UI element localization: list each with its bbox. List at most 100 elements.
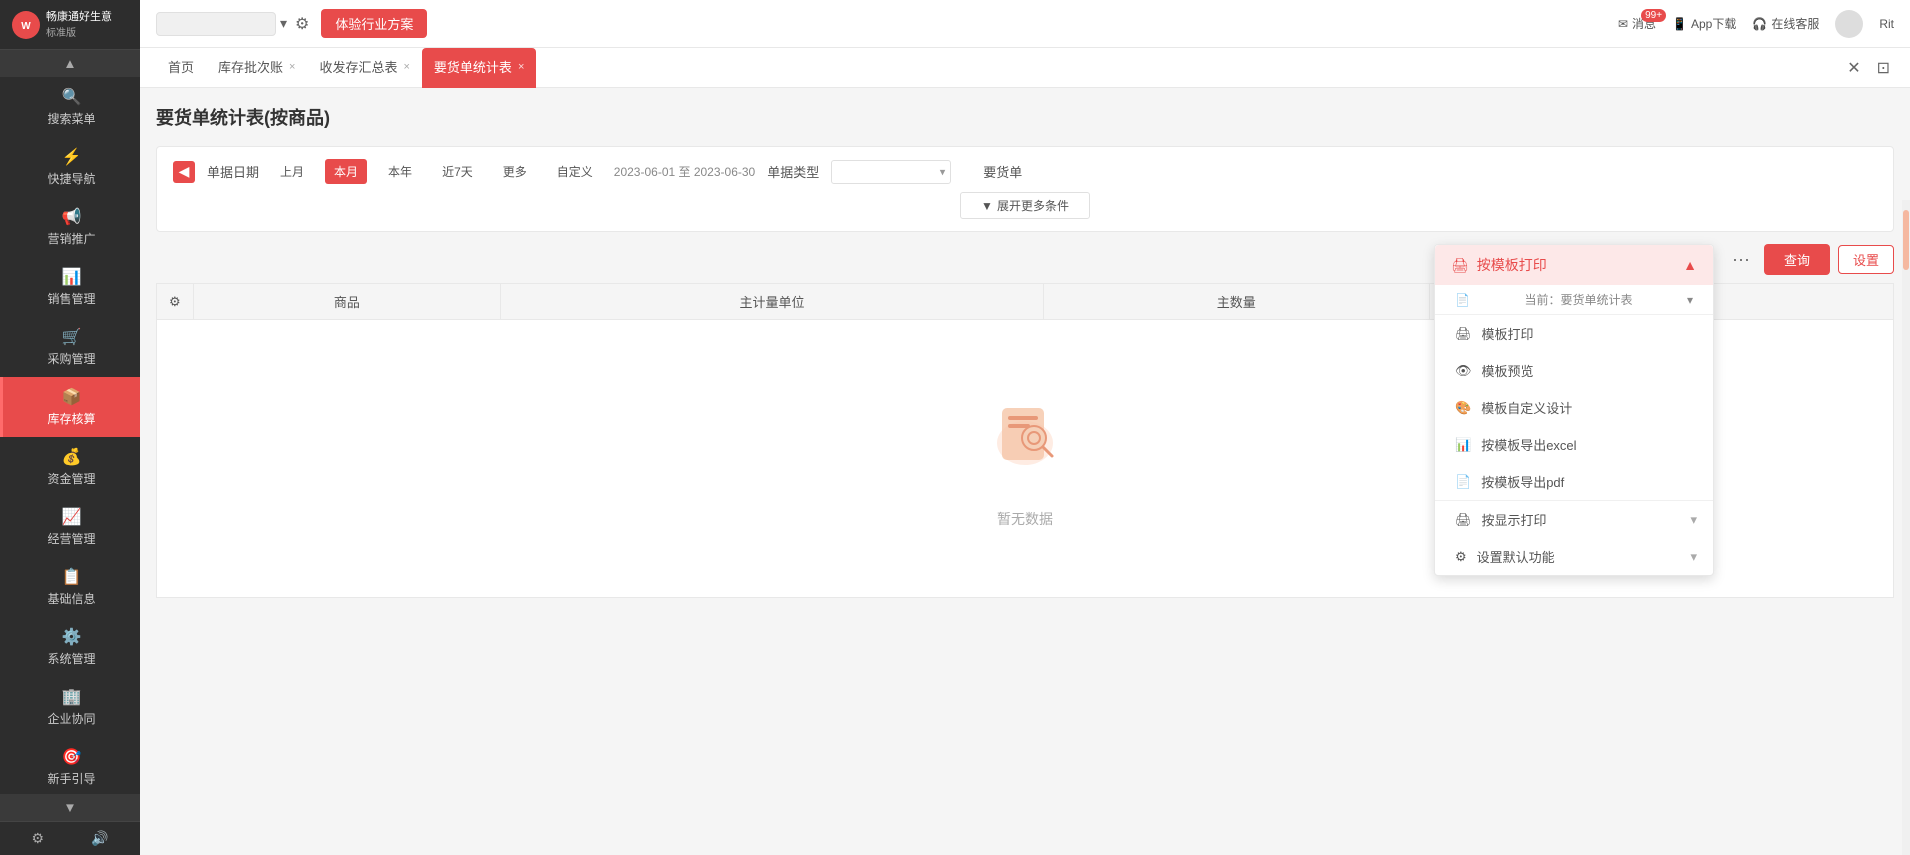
template-custom-item[interactable]: 🎨 模板自定义设计: [1435, 389, 1713, 426]
marketing-icon: 📢: [62, 207, 82, 227]
template-custom-icon: 🎨: [1455, 400, 1471, 416]
type-select[interactable]: [831, 160, 951, 184]
current-template-arrow: ▾: [1687, 293, 1693, 307]
print-dropdown-popup: 🖨 按模板打印 ▲ 📄 当前：要货单统计表 ▾ 🖨 模板打印 👁: [1434, 244, 1714, 576]
current-template-text: 当前：要货单统计表: [1524, 291, 1632, 308]
template-export-excel-item[interactable]: 📊 按模板导出excel: [1435, 426, 1713, 463]
sales-icon: 📊: [62, 267, 82, 287]
template-preview-icon: 👁: [1455, 363, 1472, 379]
sidebar-item-label: 搜索菜单: [47, 110, 95, 127]
table-th-product: 商品: [193, 284, 501, 320]
message-icon: ✉: [1618, 17, 1628, 31]
sidebar-scroll-up[interactable]: ▲: [0, 50, 140, 77]
filter-area: ◀ 单据日期 上月 本月 本年 近7天 更多 自定义 2023-06-01 至 …: [156, 146, 1894, 232]
table-th-settings[interactable]: ⚙: [157, 284, 194, 320]
print-title-icon: 🖨: [1451, 257, 1469, 274]
sidebar-item-label: 新手引导: [47, 770, 95, 787]
query-btn[interactable]: 查询: [1764, 244, 1830, 275]
date-chip-more[interactable]: 更多: [494, 159, 536, 184]
template-export-pdf-item[interactable]: 📄 按模板导出pdf: [1435, 463, 1713, 500]
system-icon: ⚙️: [62, 627, 82, 647]
expand-more-btn[interactable]: ▼ 展开更多条件: [960, 192, 1090, 219]
content-area: 要货单统计表(按商品) ◀ 单据日期 上月 本月 本年 近7天 更多 自定义 2…: [140, 88, 1910, 855]
column-settings-icon[interactable]: ⚙: [169, 294, 181, 309]
set-default-arrow: ▾: [1690, 549, 1697, 565]
online-service-btn[interactable]: 🎧 在线客服: [1752, 15, 1819, 32]
topbar: ▾ ⚙ 体验行业方案 ✉ 消息 99+ 📱 App下载 🎧 在线客服 Rit: [140, 0, 1910, 48]
order-type-label: 要货单: [983, 162, 1022, 181]
tab-demand-stats-close[interactable]: ×: [518, 61, 524, 73]
sidebar-item-label: 快捷导航: [47, 170, 95, 187]
expand-icon: ▼: [981, 199, 993, 213]
sidebar-item-label: 基础信息: [47, 590, 95, 607]
date-chip-custom[interactable]: 自定义: [548, 159, 602, 184]
filter-collapse-btn[interactable]: ◀: [173, 161, 195, 183]
tab-expand-btn[interactable]: ⊡: [1873, 56, 1894, 80]
topbar-gear-btn[interactable]: ⚙: [295, 14, 309, 34]
set-default-icon: ⚙: [1455, 549, 1467, 565]
sidebar-item-purchase[interactable]: 🛒 采购管理: [0, 317, 140, 377]
trial-industry-btn[interactable]: 体验行业方案: [321, 9, 427, 38]
date-chip-prev-month[interactable]: 上月: [271, 159, 313, 184]
tab-home[interactable]: 首页: [156, 48, 206, 88]
tab-receipt-summary[interactable]: 收发存汇总表 ×: [307, 48, 421, 88]
tab-demand-stats-label: 要货单统计表: [434, 57, 512, 76]
sidebar-settings-btn[interactable]: ⚙: [32, 830, 45, 847]
sidebar-item-system[interactable]: ⚙️ 系统管理: [0, 617, 140, 677]
table-th-unit: 主计量单位: [501, 284, 1044, 320]
tab-demand-stats[interactable]: 要货单统计表 ×: [422, 48, 536, 88]
sidebar-item-marketing[interactable]: 📢 营销推广: [0, 197, 140, 257]
sidebar-scroll-down[interactable]: ▼: [0, 794, 140, 821]
sidebar-item-guide[interactable]: 🎯 新手引导: [0, 737, 140, 794]
settings-btn[interactable]: 设置: [1838, 245, 1894, 274]
user-avatar[interactable]: [1835, 10, 1863, 38]
date-chip-current-year[interactable]: 本年: [379, 159, 421, 184]
sidebar-sound-btn[interactable]: 🔊: [91, 830, 108, 847]
sidebar-item-label: 资金管理: [47, 470, 95, 487]
current-template-icon: 📄: [1455, 293, 1470, 307]
sidebar-item-inventory[interactable]: 📦 库存核算: [0, 377, 140, 437]
display-print-item[interactable]: 🖨 按显示打印 ▾: [1435, 501, 1713, 538]
right-scrollbar[interactable]: [1902, 200, 1910, 855]
tab-receipt-summary-close[interactable]: ×: [403, 61, 409, 73]
set-default-label: 设置默认功能: [1477, 547, 1555, 566]
tab-inventory-batch-close[interactable]: ×: [289, 61, 295, 73]
date-chip-current-month[interactable]: 本月: [325, 159, 367, 184]
sidebar-item-quick-nav[interactable]: ⚡ 快捷导航: [0, 137, 140, 197]
tab-inventory-batch[interactable]: 库存批次账 ×: [206, 48, 307, 88]
template-preview-item[interactable]: 👁 模板预览: [1435, 352, 1713, 389]
messages-btn[interactable]: ✉ 消息 99+: [1618, 15, 1656, 32]
template-export-excel-label: 按模板导出excel: [1481, 435, 1576, 454]
set-default-item[interactable]: ⚙ 设置默认功能 ▾: [1435, 538, 1713, 575]
tab-close-all-btn[interactable]: ✕: [1843, 56, 1864, 80]
sidebar-item-label: 企业协同: [47, 710, 95, 727]
quick-nav-icon: ⚡: [62, 147, 82, 167]
sidebar-item-enterprise[interactable]: 🏢 企业协同: [0, 677, 140, 737]
sidebar-item-basic-info[interactable]: 📋 基础信息: [0, 557, 140, 617]
app-logo: W 畅康通好生意 标准版: [0, 0, 140, 50]
sidebar-item-label: 销售管理: [47, 290, 95, 307]
tab-receipt-summary-label: 收发存汇总表: [319, 57, 397, 76]
template-print-item[interactable]: 🖨 模板打印: [1435, 315, 1713, 352]
sidebar-item-finance[interactable]: 💰 资金管理: [0, 437, 140, 497]
type-select-wrapper: [831, 160, 951, 184]
sidebar-item-label: 营销推广: [47, 230, 95, 247]
sidebar-item-label: 系统管理: [47, 650, 95, 667]
search-input[interactable]: [156, 12, 276, 36]
table-toolbar: 🖨 按模板打印 ▲ 📤 导出 🔄 刷新 ··· 查询 设置 🖨: [156, 244, 1894, 275]
basic-info-icon: 📋: [62, 567, 82, 587]
sidebar-item-sales[interactable]: 📊 销售管理: [0, 257, 140, 317]
template-custom-label: 模板自定义设计: [1481, 398, 1572, 417]
sidebar-item-search[interactable]: 🔍 搜索菜单: [0, 77, 140, 137]
messages-badge: 99+: [1641, 9, 1666, 22]
app-download-btn[interactable]: 📱 App下载: [1672, 15, 1736, 32]
template-preview-label: 模板预览: [1482, 361, 1534, 380]
date-chip-last-7days[interactable]: 近7天: [433, 159, 482, 184]
search-dropdown-btn[interactable]: ▾: [280, 15, 287, 32]
date-range-display: 2023-06-01 至 2023-06-30: [614, 163, 755, 180]
page-title: 要货单统计表(按商品): [156, 104, 1894, 130]
more-options-btn[interactable]: ···: [1726, 247, 1756, 272]
search-icon: 🔍: [62, 87, 82, 107]
print-dropdown-close-btn[interactable]: ▲: [1683, 257, 1697, 273]
sidebar-item-operation[interactable]: 📈 经营管理: [0, 497, 140, 557]
